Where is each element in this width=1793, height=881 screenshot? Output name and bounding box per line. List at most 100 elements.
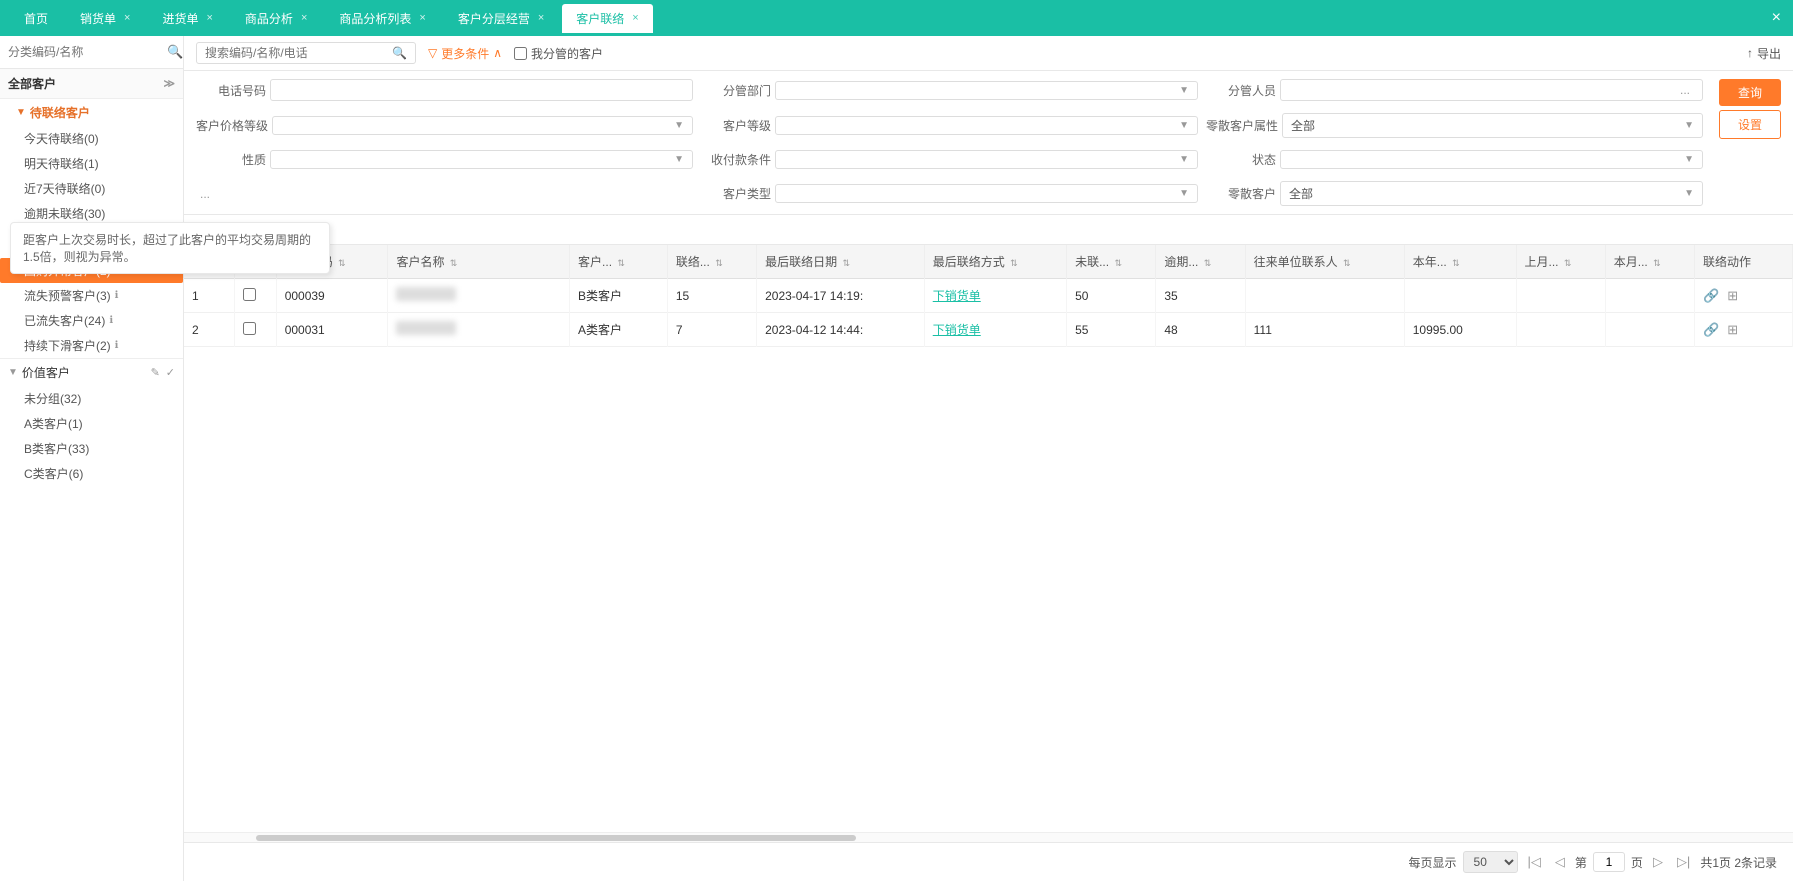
row1-lastway: 下销货单 <box>924 279 1066 313</box>
filter-row-4: ... 客户类型 ▼ 零散客户 全部 <box>196 181 1703 206</box>
nav-close-customer-layer[interactable]: × <box>538 12 544 24</box>
filter-arrow-icon: ∧ <box>493 46 502 60</box>
sidebar-all-customers[interactable]: 全部客户 ≫ <box>0 69 183 99</box>
filter-icon: ▽ <box>428 46 437 60</box>
settings-button[interactable]: 设置 <box>1719 110 1781 139</box>
row2-checkbox[interactable] <box>243 322 256 335</box>
filter-label-retail-customer: 零散客户 <box>1206 185 1276 202</box>
filter-select-nature[interactable]: ▼ <box>270 150 693 169</box>
sidebar-item-class-b[interactable]: B类客户(33) <box>0 436 183 461</box>
row1-checkbox[interactable] <box>243 288 256 301</box>
filter-select-retail-attr[interactable]: 全部 ▼ <box>1282 113 1703 138</box>
nav-item-customer-layer[interactable]: 客户分层经营 × <box>444 4 558 33</box>
sort-icon-name[interactable]: ⇅ <box>450 258 458 268</box>
row2-check[interactable] <box>234 313 276 347</box>
my-customers-checkbox[interactable] <box>514 47 527 60</box>
row2-action-link-icon[interactable]: 🔗 <box>1703 322 1719 338</box>
filter-dots-extra[interactable]: ... <box>196 187 214 201</box>
left-sidebar: 🔍 全部客户 ≫ ▼ 待联络客户 今天待联络(0) 明天待联络(1) 近7天待联… <box>0 36 184 881</box>
export-icon: ↑ <box>1747 46 1753 60</box>
nav-close-purchase[interactable]: × <box>206 12 212 24</box>
page-last-icon[interactable]: ▷| <box>1673 852 1694 872</box>
sort-icon-contact[interactable]: ⇅ <box>715 258 723 268</box>
query-button[interactable]: 查询 <box>1719 79 1781 106</box>
sort-icon-lastway[interactable]: ⇅ <box>1010 258 1018 268</box>
table-scroll-area[interactable]: 客户编码 ⇅ 客户名称 ⇅ 客户... ⇅ <box>184 245 1793 832</box>
bottom-scrollbar[interactable] <box>184 832 1793 842</box>
filter-label-retail-attr: 零散客户属性 <box>1206 117 1278 134</box>
nav-close-customer-contact[interactable]: × <box>632 12 638 24</box>
nav-item-customer-contact[interactable]: 客户联络 × <box>562 4 652 33</box>
filter-search-input[interactable] <box>205 46 388 60</box>
sidebar-item-loss-warning[interactable]: 流失预警客户(3) ℹ <box>0 283 183 308</box>
sort-icon-thisyear[interactable]: ⇅ <box>1452 258 1460 268</box>
sort-icon-thismonth[interactable]: ⇅ <box>1653 258 1661 268</box>
sidebar-item-today[interactable]: 今天待联络(0) <box>0 126 183 151</box>
sidebar-edit-icon[interactable]: ✎ <box>151 366 160 379</box>
row2-action-buttons: 🔗 ⊞ <box>1703 322 1784 338</box>
row2-action-grid-icon[interactable]: ⊞ <box>1727 322 1738 338</box>
sidebar-search-icon[interactable]: 🔍 <box>167 44 183 60</box>
row1-action-link-icon[interactable]: 🔗 <box>1703 288 1719 304</box>
page-first-icon[interactable]: |◁ <box>1524 852 1545 872</box>
row1-lastway-link[interactable]: 下销货单 <box>933 289 981 303</box>
sort-icon-lastmonth[interactable]: ⇅ <box>1564 258 1572 268</box>
nav-close-analysis[interactable]: × <box>301 12 307 24</box>
filter-search-icon[interactable]: 🔍 <box>392 46 407 60</box>
nav-main-close-icon[interactable]: × <box>1772 9 1781 27</box>
filter-field-customer-type: 客户类型 ▼ <box>701 184 1198 203</box>
filter-more-conditions[interactable]: ▽ 更多条件 ∧ <box>428 45 502 62</box>
row2-lastway-link[interactable]: 下销货单 <box>933 323 981 337</box>
export-button[interactable]: ↑ 导出 <box>1747 45 1781 62</box>
filter-select-customer-type[interactable]: ▼ <box>775 184 1198 203</box>
bottom-scrollbar-thumb[interactable] <box>256 835 856 841</box>
filter-select-status[interactable]: ▼ <box>1280 150 1703 169</box>
row1-code: 000039 <box>276 279 388 313</box>
my-customers-checkbox-label[interactable]: 我分管的客户 <box>514 45 603 62</box>
sidebar-check-icon[interactable]: ✓ <box>166 366 175 379</box>
sidebar-item-lost[interactable]: 已流失客户(24) ℹ <box>0 308 183 333</box>
table-header-row: 客户编码 ⇅ 客户名称 ⇅ 客户... ⇅ <box>184 245 1793 279</box>
nav-item-analysis-list[interactable]: 商品分析列表 × <box>325 4 439 33</box>
filter-select-nature-arrow: ▼ <box>674 154 684 165</box>
nav-item-sales[interactable]: 销货单 × <box>66 4 144 33</box>
sidebar-item-tomorrow[interactable]: 明天待联络(1) <box>0 151 183 176</box>
filter-input-phone[interactable] <box>270 79 693 101</box>
filter-select-payment[interactable]: ▼ <box>775 150 1198 169</box>
filter-select-person[interactable]: ... <box>1280 79 1703 101</box>
sort-icon-code[interactable]: ⇅ <box>338 258 346 268</box>
nav-close-analysis-list[interactable]: × <box>419 12 425 24</box>
sort-icon-cat[interactable]: ⇅ <box>617 258 625 268</box>
sidebar-item-ungroup[interactable]: 未分组(32) <box>0 386 183 411</box>
sidebar-item-class-c[interactable]: C类客户(6) <box>0 461 183 486</box>
page-prev-icon[interactable]: ◁ <box>1551 852 1569 872</box>
sidebar-item-7days[interactable]: 近7天待联络(0) <box>0 176 183 201</box>
sidebar-item-class-a[interactable]: A类客户(1) <box>0 411 183 436</box>
nav-item-analysis[interactable]: 商品分析 × <box>231 4 321 33</box>
filter-select-customer-grade[interactable]: ▼ <box>775 116 1198 135</box>
sort-icon-lastdate[interactable]: ⇅ <box>842 258 850 268</box>
sidebar-item-declining[interactable]: 持续下滑客户(2) ℹ <box>0 333 183 358</box>
sidebar-collapse-icon[interactable]: ≫ <box>163 77 175 90</box>
sidebar-search-input[interactable] <box>8 45 163 59</box>
row1-check[interactable] <box>234 279 276 313</box>
nav-item-home[interactable]: 首页 <box>10 4 62 33</box>
sidebar-group-value[interactable]: ▼ 价值客户 ✎ ✓ <box>0 358 183 386</box>
filter-select-price-grade[interactable]: ▼ <box>272 116 693 135</box>
filter-select-retail-customer[interactable]: 全部 ▼ <box>1280 181 1703 206</box>
per-page-select[interactable]: 50 100 <box>1463 851 1518 873</box>
nav-close-sales[interactable]: × <box>124 12 130 24</box>
nav-item-purchase[interactable]: 进货单 × <box>148 4 226 33</box>
page-next-icon[interactable]: ▷ <box>1649 852 1667 872</box>
filter-select-dept[interactable]: ▼ <box>775 81 1198 100</box>
sidebar-group-pending[interactable]: ▼ 待联络客户 <box>0 99 183 126</box>
filter-label-customer-type: 客户类型 <box>701 185 771 202</box>
page-number-input[interactable] <box>1593 852 1625 872</box>
sort-icon-relatedperson[interactable]: ⇅ <box>1343 258 1351 268</box>
sort-icon-overdue[interactable]: ⇅ <box>1204 258 1212 268</box>
filter-label-status: 状态 <box>1206 151 1276 168</box>
row1-name-blurred <box>396 287 456 301</box>
filter-dots-person[interactable]: ... <box>1676 83 1694 97</box>
row1-action-grid-icon[interactable]: ⊞ <box>1727 288 1738 304</box>
sort-icon-uncontact[interactable]: ⇅ <box>1114 258 1122 268</box>
